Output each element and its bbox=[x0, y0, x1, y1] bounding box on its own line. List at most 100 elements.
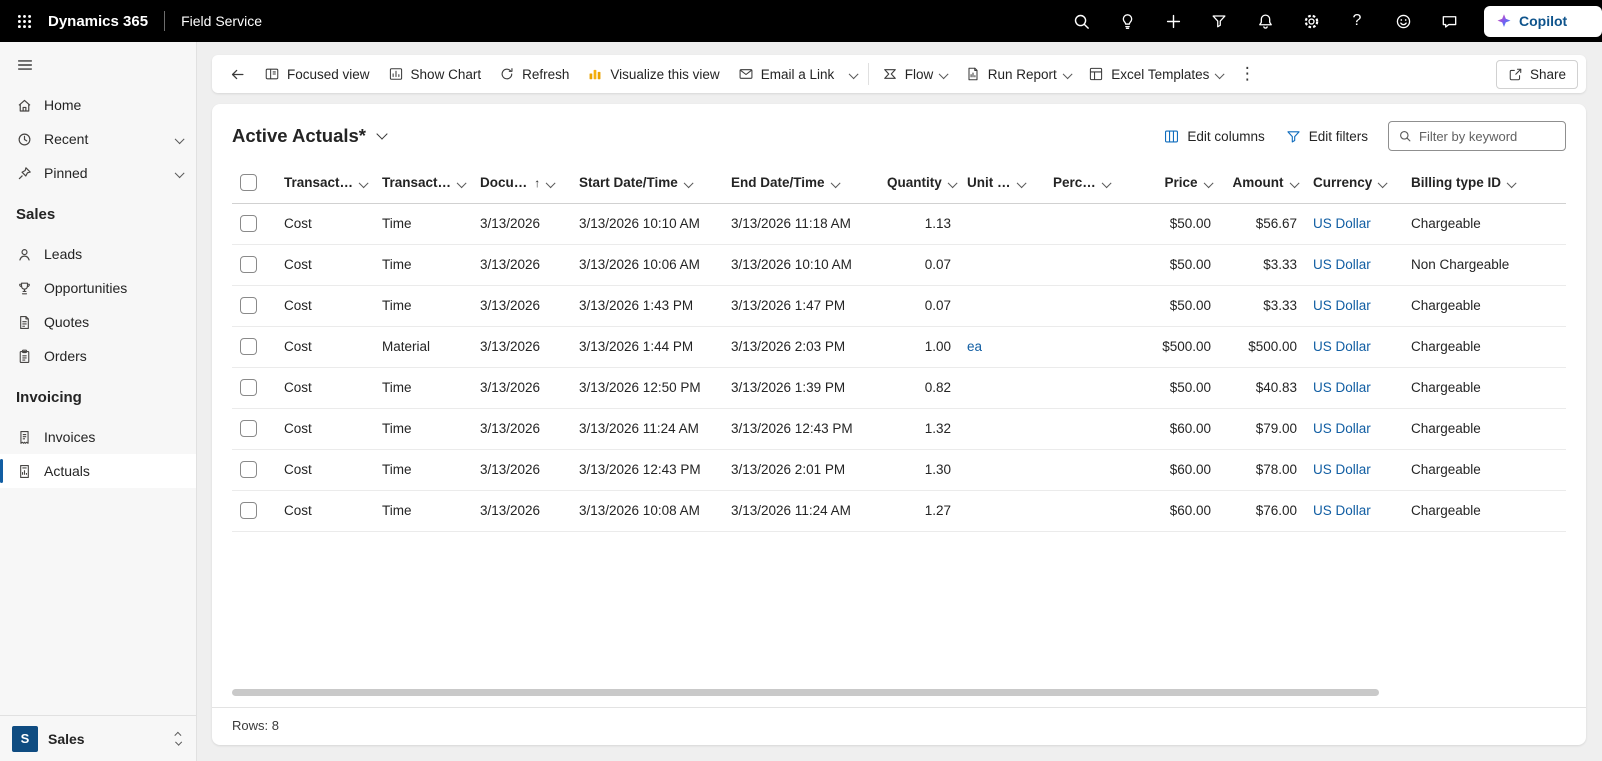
row-checkbox[interactable] bbox=[240, 379, 257, 396]
sidebar-item-orders[interactable]: Orders bbox=[0, 339, 196, 373]
sidebar-item-recent[interactable]: Recent bbox=[0, 122, 196, 156]
command-bar-more-button[interactable]: ⋮ bbox=[1232, 60, 1263, 89]
sidebar-item-invoices[interactable]: Invoices bbox=[0, 420, 196, 454]
search-button[interactable] bbox=[1058, 0, 1104, 42]
grid-cell: Time bbox=[374, 408, 472, 450]
visualize-view-button[interactable]: Visualize this view bbox=[578, 60, 728, 89]
cell-link[interactable]: US Dollar bbox=[1313, 380, 1371, 395]
table-row[interactable]: Cost Time 3/13/2026 3/13/2026 12:50 PM 3/13/… bbox=[232, 367, 1566, 409]
column-header[interactable]: End Date/Time bbox=[723, 163, 879, 204]
sidebar-item-pinned[interactable]: Pinned bbox=[0, 156, 196, 190]
table-row[interactable]: Cost Time 3/13/2026 3/13/2026 10:06 AM 3/13/… bbox=[232, 244, 1566, 286]
cell-link[interactable]: US Dollar bbox=[1313, 257, 1371, 272]
sidebar-item-leads[interactable]: Leads bbox=[0, 237, 196, 271]
grid-cell: Cost bbox=[276, 490, 374, 532]
row-checkbox[interactable] bbox=[240, 461, 257, 478]
excel-templates-button[interactable]: Excel Templates bbox=[1079, 60, 1232, 89]
environment-title[interactable]: Field Service bbox=[181, 13, 262, 29]
chevron-down-icon bbox=[1377, 178, 1388, 188]
select-all-checkbox[interactable] bbox=[240, 174, 257, 192]
chevron-down-icon bbox=[947, 178, 957, 188]
column-header[interactable]: Amount bbox=[1219, 163, 1305, 204]
back-button[interactable] bbox=[220, 60, 255, 89]
chat-button[interactable] bbox=[1426, 0, 1472, 42]
grid-cell: 3/13/2026 bbox=[472, 449, 571, 491]
column-header[interactable]: Docu… ↑ bbox=[472, 163, 571, 204]
column-header[interactable]: Currency bbox=[1305, 163, 1403, 204]
grid-cell bbox=[959, 408, 1045, 450]
row-select-cell bbox=[232, 285, 276, 327]
chevron-down-icon[interactable] bbox=[174, 134, 184, 144]
table-row[interactable]: Cost Time 3/13/2026 3/13/2026 11:24 AM 3/13/… bbox=[232, 408, 1566, 450]
cell-link[interactable]: US Dollar bbox=[1313, 298, 1371, 313]
column-header[interactable]: Transact… bbox=[374, 163, 472, 204]
column-header[interactable]: Perc… bbox=[1045, 163, 1125, 204]
grid-card: Active Actuals* Edit columns Edit filter… bbox=[212, 104, 1586, 745]
email-link-overflow-button[interactable] bbox=[843, 60, 864, 89]
cell-link[interactable]: US Dollar bbox=[1313, 421, 1371, 436]
sidebar-item-home[interactable]: Home bbox=[0, 88, 196, 122]
refresh-button[interactable]: Refresh bbox=[490, 60, 578, 89]
cell-link[interactable]: US Dollar bbox=[1313, 339, 1371, 354]
grid-cell: $56.67 bbox=[1219, 203, 1305, 245]
chevron-down-icon[interactable] bbox=[174, 168, 184, 178]
cell-link[interactable]: ea bbox=[967, 339, 982, 354]
feedback-button[interactable] bbox=[1380, 0, 1426, 42]
sidebar-group-invoicing: Invoicing bbox=[16, 389, 82, 406]
table-row[interactable]: Cost Time 3/13/2026 3/13/2026 1:43 PM 3/13/2… bbox=[232, 285, 1566, 327]
plus-icon bbox=[1166, 14, 1180, 28]
lightbulb-button[interactable] bbox=[1104, 0, 1150, 42]
settings-button[interactable] bbox=[1288, 0, 1334, 42]
table-row[interactable]: Cost Time 3/13/2026 3/13/2026 10:10 AM 3/13/… bbox=[232, 203, 1566, 245]
area-switcher[interactable]: S Sales bbox=[0, 715, 196, 761]
sort-ascending-icon: ↑ bbox=[534, 175, 541, 190]
row-checkbox[interactable] bbox=[240, 338, 257, 355]
table-row[interactable]: Cost Time 3/13/2026 3/13/2026 12:43 PM 3/13/… bbox=[232, 449, 1566, 491]
column-header[interactable]: Start Date/Time bbox=[571, 163, 723, 204]
row-checkbox[interactable] bbox=[240, 420, 257, 437]
notifications-button[interactable] bbox=[1242, 0, 1288, 42]
column-header-label: Currency bbox=[1313, 175, 1373, 191]
grid-cell: US Dollar bbox=[1305, 285, 1403, 327]
sidebar-item-opportunities[interactable]: Opportunities bbox=[0, 271, 196, 305]
show-chart-button[interactable]: Show Chart bbox=[379, 60, 491, 89]
column-header-label: Billing type ID bbox=[1411, 175, 1502, 191]
chevron-down-icon bbox=[938, 69, 949, 79]
row-checkbox[interactable] bbox=[240, 256, 257, 273]
share-icon bbox=[1509, 68, 1522, 80]
table-row[interactable]: Cost Time 3/13/2026 3/13/2026 10:08 AM 3/13/… bbox=[232, 490, 1566, 532]
column-header[interactable]: Billing type ID bbox=[1403, 163, 1566, 204]
cell-link[interactable]: US Dollar bbox=[1313, 462, 1371, 477]
filter-button[interactable] bbox=[1196, 0, 1242, 42]
focused-view-button[interactable]: Focused view bbox=[255, 60, 379, 89]
column-header[interactable]: Unit … bbox=[959, 163, 1045, 204]
share-button[interactable]: Share bbox=[1495, 59, 1578, 89]
grid-cell: Cost bbox=[276, 285, 374, 327]
view-selector[interactable]: Active Actuals* bbox=[232, 125, 388, 147]
flow-icon bbox=[883, 69, 896, 79]
email-link-button[interactable]: Email a Link bbox=[729, 60, 844, 89]
cell-link[interactable]: US Dollar bbox=[1313, 503, 1371, 518]
cell-link[interactable]: US Dollar bbox=[1313, 216, 1371, 231]
flow-button[interactable]: Flow bbox=[873, 60, 956, 89]
help-button[interactable]: ? bbox=[1334, 0, 1380, 42]
quick-create-button[interactable] bbox=[1150, 0, 1196, 42]
sidebar-item-actuals[interactable]: Actuals bbox=[0, 454, 196, 488]
table-row[interactable]: Cost Material 3/13/2026 3/13/2026 1:44 PM 3/… bbox=[232, 326, 1566, 368]
sitemap-collapse-button[interactable] bbox=[16, 56, 34, 74]
waffle-menu-button[interactable] bbox=[4, 0, 44, 42]
row-checkbox[interactable] bbox=[240, 297, 257, 314]
horizontal-scrollbar-thumb[interactable] bbox=[232, 689, 1380, 696]
column-header[interactable]: Quantity bbox=[879, 163, 959, 204]
sidebar-item-quotes[interactable]: Quotes bbox=[0, 305, 196, 339]
column-header[interactable]: Price bbox=[1125, 163, 1219, 204]
row-checkbox[interactable] bbox=[240, 215, 257, 232]
run-report-button[interactable]: Run Report bbox=[956, 60, 1080, 89]
edit-filters-button[interactable]: Edit filters bbox=[1285, 128, 1368, 145]
edit-columns-button[interactable]: Edit columns bbox=[1163, 128, 1265, 145]
app-title[interactable]: Dynamics 365 bbox=[48, 13, 148, 30]
column-header[interactable]: Transact… bbox=[276, 163, 374, 204]
row-checkbox[interactable] bbox=[240, 502, 257, 519]
keyword-filter-input[interactable] bbox=[1419, 128, 1556, 144]
copilot-button[interactable]: Copilot bbox=[1484, 5, 1602, 37]
